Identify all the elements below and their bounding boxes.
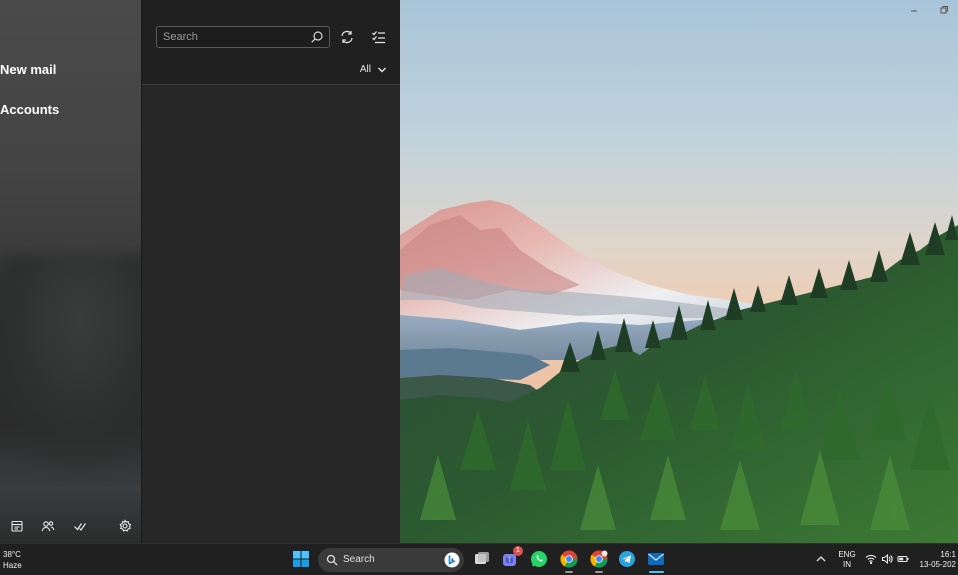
chrome-icon[interactable] (559, 549, 579, 569)
search-icon[interactable] (310, 30, 324, 44)
minimize-icon[interactable] (908, 4, 920, 16)
chevron-down-icon (378, 67, 386, 72)
start-icon[interactable] (291, 549, 311, 569)
sync-icon[interactable] (339, 29, 355, 45)
people-icon[interactable] (41, 519, 55, 533)
search-input[interactable] (163, 29, 303, 45)
chrome-profile-icon[interactable] (589, 549, 609, 569)
wifi-icon[interactable] (865, 553, 877, 565)
nav-background-blur (0, 255, 141, 475)
reading-pane-wallpaper (400, 0, 958, 543)
message-list-header: All (142, 0, 401, 85)
mail-active-indicator (649, 571, 664, 573)
weather-widget[interactable]: 38°C Haze (3, 549, 22, 571)
taskbar: 38°C Haze Search T 1 ENG IN 16:1 13-05-2… (0, 543, 958, 575)
task-view-icon[interactable] (472, 549, 492, 569)
taskbar-search-label: Search (343, 554, 375, 565)
bing-icon[interactable] (444, 552, 460, 568)
clock-time: 16:1 (940, 550, 956, 559)
teams-notification-badge: 1 (513, 546, 523, 556)
calendar-icon[interactable] (10, 519, 24, 533)
chrome-running-indicator (565, 571, 573, 573)
navigation-pane: New mail Accounts (0, 0, 141, 543)
clock-date: 13-05-202 (919, 560, 956, 569)
svg-text:T: T (508, 558, 512, 564)
message-list-pane: All (141, 0, 401, 543)
new-mail-button[interactable]: New mail (0, 62, 56, 77)
teams-icon[interactable]: T 1 (500, 546, 523, 569)
taskbar-search-box[interactable]: Search (318, 548, 464, 572)
restore-icon[interactable] (938, 4, 950, 16)
search-box[interactable] (156, 26, 330, 48)
settings-icon[interactable] (118, 519, 132, 533)
weather-description: Haze (3, 561, 22, 570)
telegram-icon[interactable] (617, 549, 637, 569)
whatsapp-icon[interactable] (529, 549, 549, 569)
accounts-button[interactable]: Accounts (0, 102, 59, 117)
language-code: ENG (838, 550, 856, 559)
mountain-landscape-image (400, 0, 958, 543)
filter-select-icon[interactable] (371, 29, 387, 45)
language-indicator[interactable]: ENG IN (836, 550, 858, 570)
filter-label: All (359, 64, 371, 75)
nav-bottom-bar (0, 516, 141, 538)
chrome-profile-running-indicator (595, 571, 603, 573)
battery-icon[interactable] (897, 553, 909, 565)
search-icon (326, 554, 338, 566)
language-region: IN (843, 560, 851, 569)
clock[interactable]: 16:1 13-05-202 (912, 550, 958, 570)
volume-icon[interactable] (881, 553, 893, 565)
filter-dropdown[interactable]: All (360, 64, 387, 75)
mail-icon[interactable] (646, 549, 666, 569)
chevron-up-icon[interactable] (814, 552, 828, 566)
weather-temperature: 38°C (3, 550, 21, 559)
todo-icon[interactable] (73, 519, 87, 533)
